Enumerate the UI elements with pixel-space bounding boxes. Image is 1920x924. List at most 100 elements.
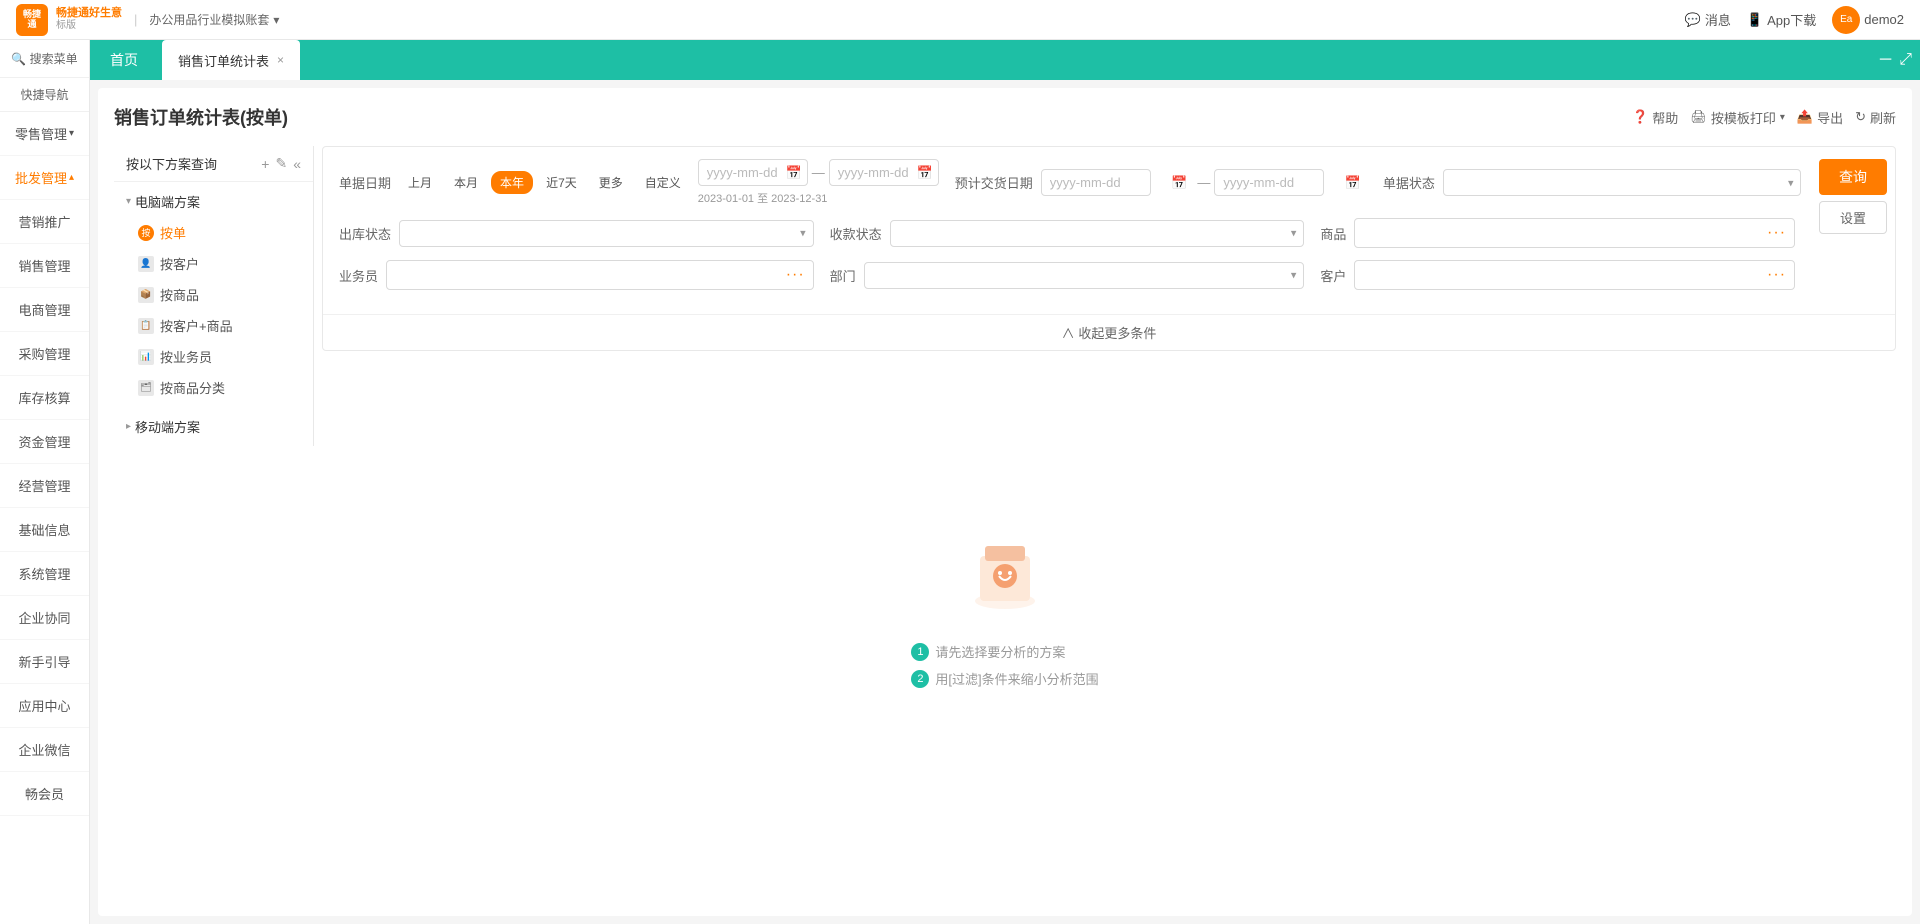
app-download-button[interactable]: 📱 App下载 <box>1747 10 1816 29</box>
end-date-wrap: 📅 <box>829 159 939 186</box>
export-button[interactable]: 📤 导出 <box>1797 108 1843 127</box>
scheme-item-by-product[interactable]: 📦 按商品 <box>114 279 313 310</box>
date-btn-custom[interactable]: 自定义 <box>636 171 690 194</box>
collapse-scheme-button[interactable]: « <box>293 156 301 172</box>
date-btn-more[interactable]: 更多 <box>590 171 632 194</box>
sidebar-item-wechat[interactable]: 企业微信 <box>0 728 89 772</box>
scheme-group-mobile: ▸ 移动端方案 <box>114 407 313 446</box>
filter-product: 商品 ··· <box>1320 218 1795 248</box>
refresh-icon: ↻ <box>1855 109 1866 125</box>
expected-end-input[interactable] <box>1214 169 1324 196</box>
sidebar-item-enterprise[interactable]: 企业协同 <box>0 596 89 640</box>
message-button[interactable]: 💬 消息 <box>1685 10 1731 29</box>
tab-close-button[interactable]: × <box>277 53 284 67</box>
main-layout: 🔍 搜索菜单 快捷导航 零售管理 ▾ 批发管理 ▴ 营销推广 销售管理 电商管理… <box>0 40 1920 924</box>
date-btn-last-month[interactable]: 上月 <box>399 171 441 194</box>
avatar: Ea <box>1832 6 1860 34</box>
sidebar-item-inventory[interactable]: 库存核算 <box>0 376 89 420</box>
action-buttons: 查询 设置 <box>1811 147 1895 246</box>
scheme-item-by-salesperson[interactable]: 📊 按业务员 <box>114 341 313 372</box>
scheme-item-icon: 👤 <box>138 256 154 272</box>
query-button[interactable]: 查询 <box>1819 159 1887 195</box>
sidebar-item-purchase[interactable]: 采购管理 <box>0 332 89 376</box>
page-content: 销售订单统计表(按单) ❓ 帮助 🖨 按模板打印 ▾ 📤 <box>90 80 1920 924</box>
department-label: 部门 <box>830 266 856 285</box>
sidebar-item-newuser[interactable]: 新手引导 <box>0 640 89 684</box>
page-inner: 销售订单统计表(按单) ❓ 帮助 🖨 按模板打印 ▾ 📤 <box>98 88 1912 916</box>
page-header: 销售订单统计表(按单) ❓ 帮助 🖨 按模板打印 ▾ 📤 <box>114 104 1896 130</box>
sidebar-item-retail[interactable]: 零售管理 ▾ <box>0 112 89 156</box>
tab-home[interactable]: 首页 <box>90 40 158 80</box>
sidebar-item-apps[interactable]: 应用中心 <box>0 684 89 728</box>
tab-maximize-button[interactable]: ⤢ <box>1899 51 1912 69</box>
scheme-item-icon: 📋 <box>138 318 154 334</box>
filter-layout: 按以下方案查询 + ✎ « ▾ 电脑端方案 <box>114 146 1896 446</box>
status-select[interactable] <box>1443 169 1802 196</box>
product-select-field[interactable]: ··· <box>1354 218 1795 248</box>
delivery-status-select[interactable] <box>399 220 814 247</box>
filter-right-area: 单据日期 上月 本月 本年 近7天 更多 自定义 <box>322 146 1896 351</box>
add-scheme-button[interactable]: + <box>261 156 269 172</box>
sidebar-item-finance[interactable]: 资金管理 <box>0 420 89 464</box>
salesperson-label: 业务员 <box>339 266 378 285</box>
sidebar-item-operations[interactable]: 经营管理 <box>0 464 89 508</box>
filter-row-2: 出库状态 收款状态 <box>339 218 1795 248</box>
page-title: 销售订单统计表(按单) <box>114 104 288 130</box>
sidebar-item-wholesale[interactable]: 批发管理 ▴ <box>0 156 89 200</box>
filter-salesperson: 业务员 ··· <box>339 260 814 290</box>
scheme-header-actions: + ✎ « <box>261 155 301 172</box>
department-select[interactable] <box>864 262 1305 289</box>
filter-status: 单据状态 ▾ <box>1383 169 1795 196</box>
sidebar-item-basic[interactable]: 基础信息 <box>0 508 89 552</box>
date-btn-last7days[interactable]: 近7天 <box>537 171 586 194</box>
sidebar-item-ecom[interactable]: 电商管理 <box>0 288 89 332</box>
tab-bar-actions: ─ ⤢ <box>1880 51 1920 69</box>
sidebar-item-member-label: 畅会员 <box>25 787 64 802</box>
empty-state: 1 请先选择要分析的方案 2 用[过滤]条件来缩小分析范围 <box>114 446 1896 776</box>
app-title-dropdown[interactable]: 办公用品行业模拟账套 ▾ <box>149 11 279 28</box>
refresh-button[interactable]: ↻ 刷新 <box>1855 108 1896 127</box>
salesperson-select-field[interactable]: ··· <box>386 260 814 290</box>
scheme-item-icon: 🗂 <box>138 380 154 396</box>
tab-minimize-button[interactable]: ─ <box>1880 51 1891 69</box>
scheme-item-by-order[interactable]: 按 按单 <box>114 217 313 248</box>
scheme-group-mobile-header[interactable]: ▸ 移动端方案 <box>114 411 313 442</box>
expected-start-input[interactable] <box>1041 169 1151 196</box>
scheme-item-by-cust-prod[interactable]: 📋 按客户+商品 <box>114 310 313 341</box>
settings-button[interactable]: 设置 <box>1819 201 1887 234</box>
user-profile[interactable]: Ea demo2 <box>1832 6 1904 34</box>
end-date-input[interactable] <box>829 159 939 186</box>
sidebar-item-sales[interactable]: 销售管理 <box>0 244 89 288</box>
sidebar-item-member[interactable]: 畅会员 <box>0 772 89 816</box>
scheme-group-desktop-header[interactable]: ▾ 电脑端方案 <box>114 186 313 217</box>
customer-select-field[interactable]: ··· <box>1354 260 1795 290</box>
collapse-bar[interactable]: ∧ 收起更多条件 <box>323 314 1895 350</box>
start-date-input[interactable] <box>698 159 808 186</box>
page-actions: ❓ 帮助 🖨 按模板打印 ▾ 📤 导出 ↻ <box>1632 108 1896 127</box>
sidebar-search[interactable]: 🔍 搜索菜单 <box>0 40 89 78</box>
hint-num-1: 1 <box>911 643 929 661</box>
scheme-item-by-customer[interactable]: 👤 按客户 <box>114 248 313 279</box>
scheme-item-label: 按商品 <box>160 285 199 304</box>
sidebar-item-wechat-label: 企业微信 <box>18 743 70 758</box>
print-icon: 🖨 <box>1690 109 1707 125</box>
date-shortcut-buttons: 上月 本月 本年 近7天 更多 自定义 <box>399 171 690 194</box>
sidebar-item-operations-label: 经营管理 <box>18 479 70 494</box>
scheme-item-by-category[interactable]: 🗂 按商品分类 <box>114 372 313 403</box>
sidebar-item-marketing[interactable]: 营销推广 <box>0 200 89 244</box>
scheme-panel: 按以下方案查询 + ✎ « ▾ 电脑端方案 <box>114 146 314 446</box>
help-button[interactable]: ❓ 帮助 <box>1632 108 1678 127</box>
sidebar-item-system[interactable]: 系统管理 <box>0 552 89 596</box>
tab-sales-order-stats[interactable]: 销售订单统计表 × <box>162 40 300 80</box>
sidebar-quick-nav[interactable]: 快捷导航 <box>0 78 89 112</box>
date-label: 单据日期 <box>339 173 391 192</box>
topbar-left: 畅捷通 畅捷通好生意 标版 | 办公用品行业模拟账套 ▾ <box>16 4 279 36</box>
date-btn-this-month[interactable]: 本月 <box>445 171 487 194</box>
hint-num-2: 2 <box>911 670 929 688</box>
receipt-status-select[interactable] <box>890 220 1305 247</box>
more-options-icon: ··· <box>786 266 805 284</box>
download-icon: 📱 <box>1747 12 1763 28</box>
edit-scheme-button[interactable]: ✎ <box>275 155 287 172</box>
template-print-button[interactable]: 🖨 按模板打印 ▾ <box>1690 108 1785 127</box>
date-btn-this-year[interactable]: 本年 <box>491 171 533 194</box>
